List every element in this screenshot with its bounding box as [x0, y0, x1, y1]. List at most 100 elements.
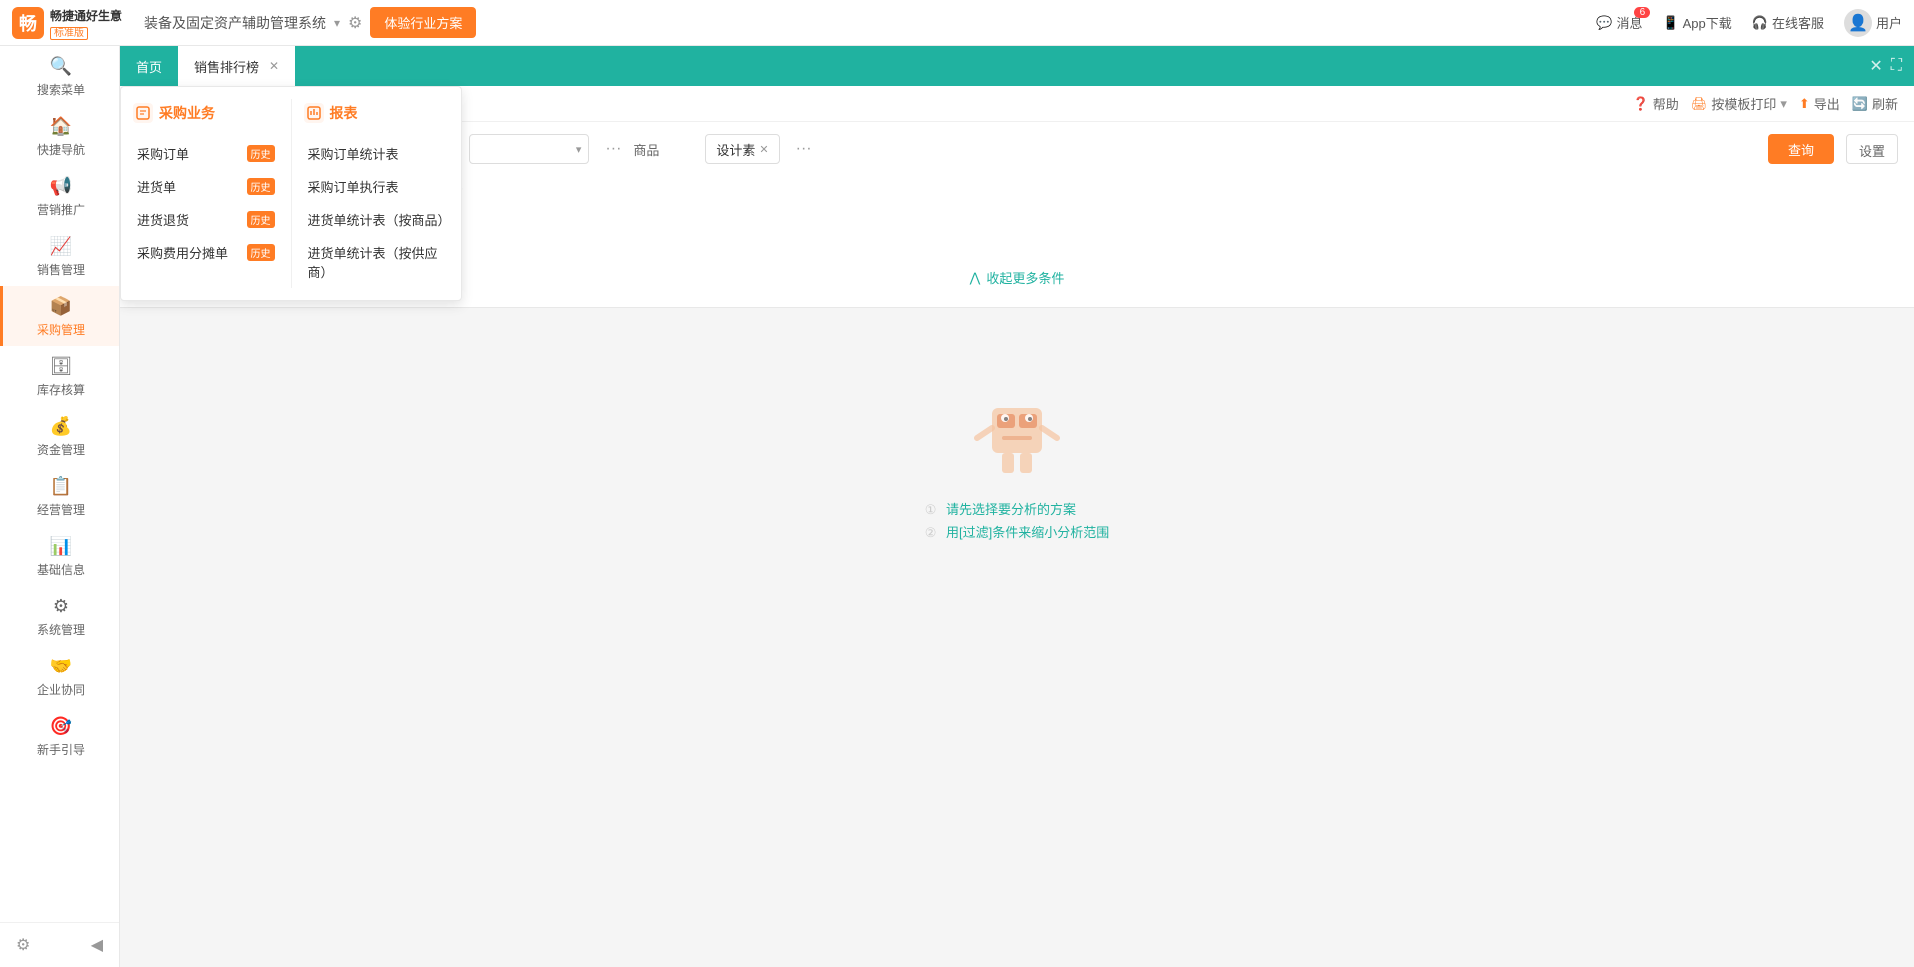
messages-btn[interactable]: 💬 消息 6 [1596, 13, 1642, 32]
headset-icon: 🎧 [1752, 15, 1768, 31]
menu-item-purchase-order[interactable]: 采购订单 历史 [133, 137, 279, 170]
sidebar-settings-icon[interactable]: ⚙ [16, 935, 30, 955]
purchase-expense-badge: 历史 [247, 244, 275, 261]
menu-label-purchase-expense: 采购费用分摊单 [137, 243, 228, 262]
status-select[interactable] [469, 134, 589, 164]
system-dropdown-icon[interactable]: ▾ [334, 16, 340, 30]
sidebar-label-search: 搜索菜单 [37, 81, 85, 98]
user-menu-btn[interactable]: 👤 用户 [1844, 9, 1902, 37]
tab-home[interactable]: 首页 [120, 46, 178, 86]
logo-text: 畅捷通好生意 标准版 [50, 7, 122, 39]
sidebar: 🔍 搜索菜单 🏠 快捷导航 📢 营销推广 📈 销售管理 📦 采购管理 🗄 库存核… [0, 46, 120, 967]
sidebar-label-marketing: 营销推广 [37, 201, 85, 218]
user-avatar: 👤 [1844, 9, 1872, 37]
marketing-icon: 📢 [50, 176, 72, 197]
search-menu-icon: 🔍 [50, 56, 72, 77]
menu-label-purchase-order: 采购订单 [137, 144, 189, 163]
export-icon: ⬆ [1799, 96, 1810, 112]
menu-label-inbound-return: 进货退货 [137, 210, 189, 229]
print-btn[interactable]: 🖨 按模板打印 ▾ [1691, 94, 1787, 113]
purchase-menu-column: 采购业务 采购订单 历史 进货单 历史 进货退货 历史 采购费用分摊单 历史 [121, 99, 291, 288]
sidebar-item-marketing[interactable]: 📢 营销推广 [0, 166, 119, 226]
system-icon: ⚙ [53, 596, 69, 617]
sidebar-item-system[interactable]: ⚙ 系统管理 [0, 586, 119, 646]
menu-label-purchase-order-exec: 采购订单执行表 [308, 177, 399, 196]
tab-bar: 首页 销售排行榜 ✕ 采购业务 采购订单 历史 进货单 [120, 46, 1914, 86]
print-icon: 🖨 [1691, 96, 1708, 112]
sidebar-item-operations[interactable]: 📋 经营管理 [0, 466, 119, 526]
refresh-btn[interactable]: 🔄 刷新 [1852, 94, 1898, 113]
report-category-label: 报表 [330, 103, 358, 123]
goods-tag-close-icon[interactable]: ✕ [759, 143, 768, 156]
sidebar-item-basicinfo[interactable]: 📊 基础信息 [0, 526, 119, 586]
sidebar-bottom: ⚙ ◀ [0, 922, 119, 967]
inbound-return-badge: 历史 [247, 211, 275, 228]
sidebar-item-sales[interactable]: 📈 销售管理 [0, 226, 119, 286]
tab-close-icon[interactable]: ✕ [269, 59, 279, 73]
tab-sales-ranking[interactable]: 销售排行榜 ✕ [178, 46, 295, 86]
message-icon: 💬 [1596, 15, 1612, 31]
sidebar-item-inventory[interactable]: 🗄 库存核算 [0, 346, 119, 406]
sidebar-label-operations: 经营管理 [37, 501, 85, 518]
export-btn[interactable]: ⬆ 导出 [1799, 94, 1840, 113]
system-settings-icon[interactable]: ⚙ [348, 13, 362, 33]
purchase-menu-category: 采购业务 [133, 99, 279, 127]
refresh-icon: 🔄 [1852, 96, 1868, 112]
app-download-btn[interactable]: 📱 App下载 [1662, 13, 1731, 32]
sidebar-label-capital: 资金管理 [37, 441, 85, 458]
inbound-badge: 历史 [247, 178, 275, 195]
sidebar-item-enterprise[interactable]: 🤝 企业协同 [0, 646, 119, 706]
tab-close-btn[interactable]: ✕ [1869, 56, 1882, 76]
empty-hint2: 用[过滤]条件来缩小分析范围 [946, 525, 1109, 540]
sidebar-item-search[interactable]: 🔍 搜索菜单 [0, 46, 119, 106]
goods-label: 商品 [633, 140, 693, 159]
menu-label-inbound-stat-goods: 进货单统计表（按商品） [308, 210, 446, 229]
phone-icon: 📱 [1662, 15, 1678, 31]
capital-icon: 💰 [50, 416, 72, 437]
menu-label-inbound-stat-supplier: 进货单统计表（按供应商） [308, 243, 446, 281]
menu-item-inbound-stat-goods[interactable]: 进货单统计表（按商品） [304, 203, 450, 236]
settings-btn[interactable]: 设置 [1846, 134, 1898, 164]
menu-item-inbound[interactable]: 进货单 历史 [133, 170, 279, 203]
sidebar-label-purchase: 采购管理 [37, 321, 85, 338]
sidebar-item-purchase[interactable]: 📦 采购管理 [0, 286, 119, 346]
menu-item-purchase-order-stat[interactable]: 采购订单统计表 [304, 137, 450, 170]
purchase-dropdown-menu: 采购业务 采购订单 历史 进货单 历史 进货退货 历史 采购费用分摊单 历史 [120, 86, 462, 301]
sidebar-item-newbie[interactable]: 🎯 新手引导 [0, 706, 119, 766]
report-menu-category: 报表 [304, 99, 450, 127]
menu-item-purchase-order-exec[interactable]: 采购订单执行表 [304, 170, 450, 203]
search-btn[interactable]: 查询 [1768, 134, 1834, 164]
main-content: 首页 销售排行榜 ✕ 采购业务 采购订单 历史 进货单 [120, 46, 1914, 967]
logo-icon: 畅 [12, 7, 44, 39]
help-btn[interactable]: ❓ 帮助 [1633, 94, 1679, 113]
menu-item-purchase-expense[interactable]: 采购费用分摊单 历史 [133, 236, 279, 269]
status-more-btn[interactable]: ··· [605, 140, 621, 158]
menu-item-inbound-return[interactable]: 进货退货 历史 [133, 203, 279, 236]
help-icon: ❓ [1633, 96, 1649, 112]
print-dropdown-icon[interactable]: ▾ [1780, 96, 1787, 112]
sidebar-label-basicinfo: 基础信息 [37, 561, 85, 578]
menu-label-purchase-order-stat: 采购订单统计表 [308, 144, 399, 163]
goods-tag-text: 设计素 [716, 140, 755, 159]
online-service-btn[interactable]: 🎧 在线客服 [1752, 13, 1824, 32]
purchase-category-label: 采购业务 [159, 103, 215, 123]
sidebar-label-system: 系统管理 [37, 621, 85, 638]
purchase-order-badge: 历史 [247, 145, 275, 162]
goods-more-btn[interactable]: ··· [796, 140, 812, 158]
goods-tag[interactable]: 设计素 ✕ [705, 134, 779, 164]
report-menu-column: 报表 采购订单统计表 采购订单执行表 进货单统计表（按商品） 进货单统计表（按供… [291, 99, 462, 288]
sidebar-item-capital[interactable]: 💰 资金管理 [0, 406, 119, 466]
purchase-category-icon [133, 103, 153, 123]
sidebar-label-quicknav: 快捷导航 [37, 141, 85, 158]
newbie-icon: 🎯 [50, 716, 72, 737]
tab-expand-btn[interactable]: ⛶ [1891, 57, 1902, 75]
home-icon: 🏠 [50, 116, 72, 137]
sidebar-item-quicknav[interactable]: 🏠 快捷导航 [0, 106, 119, 166]
top-header: 畅 畅捷通好生意 标准版 装备及固定资产辅助管理系统 ▾ ⚙ 体验行业方案 💬 … [0, 0, 1914, 46]
menu-item-inbound-stat-supplier[interactable]: 进货单统计表（按供应商） [304, 236, 450, 288]
try-industry-btn[interactable]: 体验行业方案 [370, 7, 476, 38]
enterprise-icon: 🤝 [50, 656, 72, 677]
sidebar-collapse-icon[interactable]: ◀ [91, 935, 103, 955]
sidebar-label-inventory: 库存核算 [37, 381, 85, 398]
status-select-wrapper [469, 134, 589, 164]
